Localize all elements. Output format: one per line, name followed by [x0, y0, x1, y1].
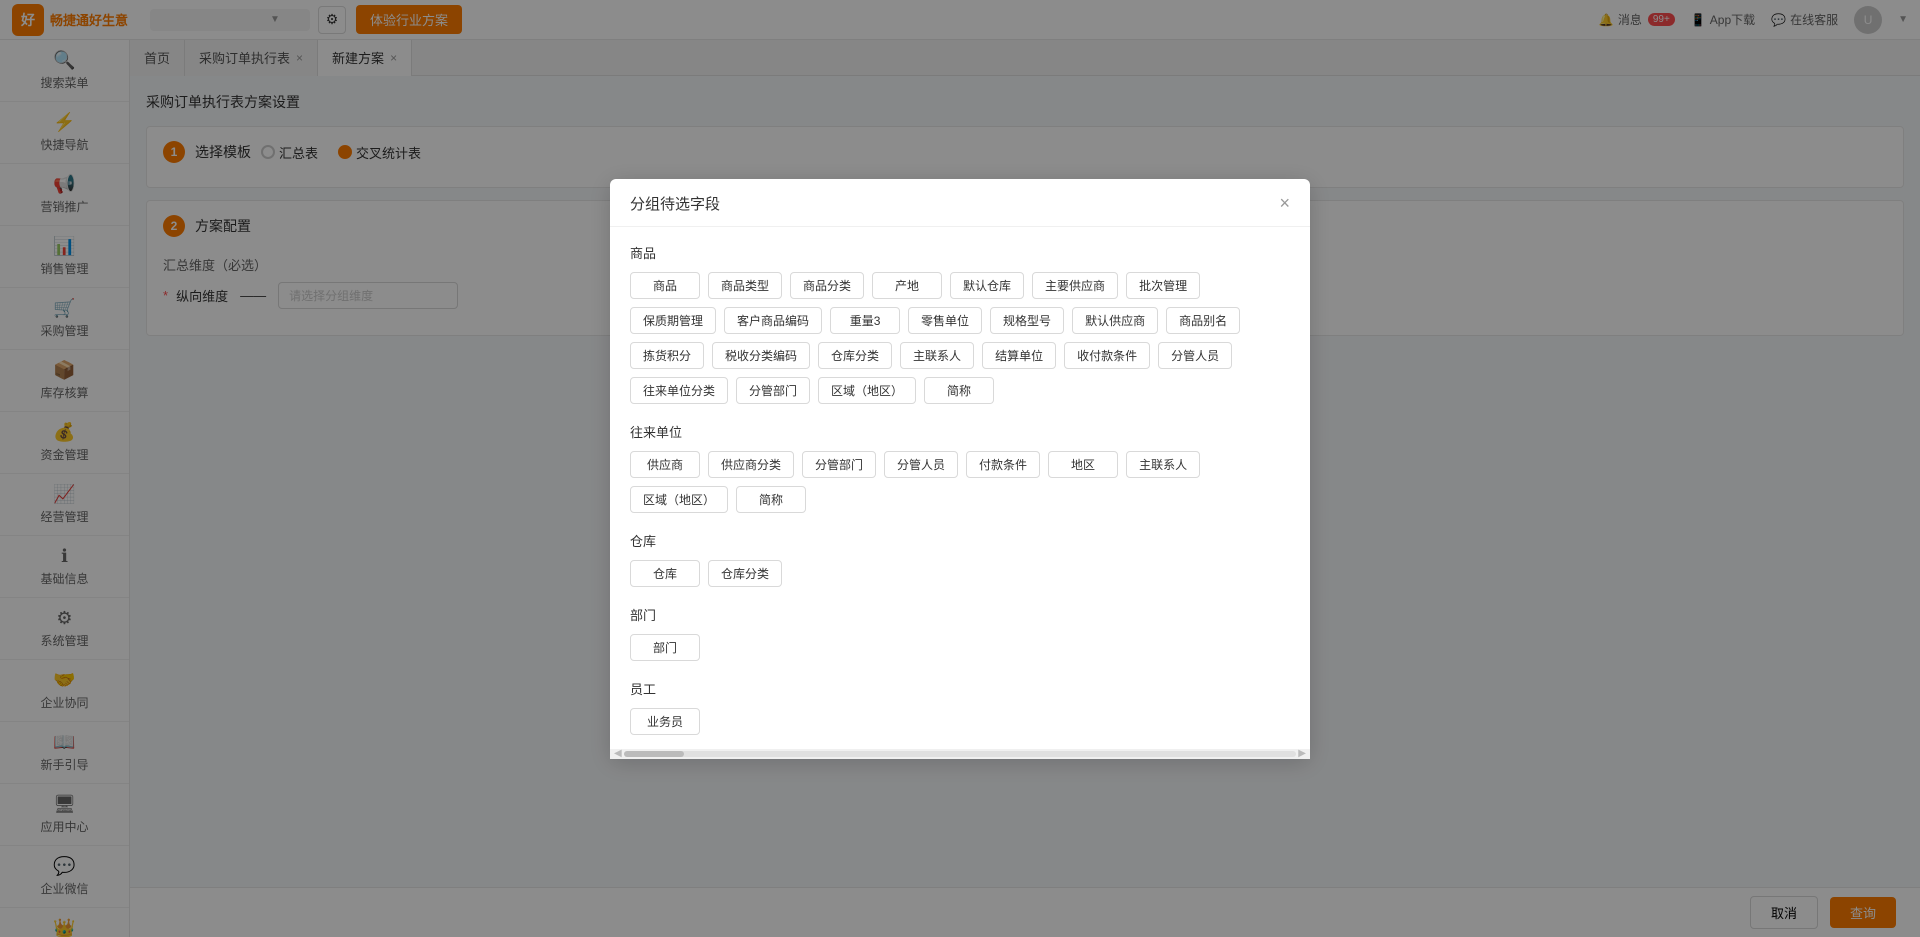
tag-supplier-category[interactable]: 供应商分类	[708, 451, 794, 478]
tag-main-contact[interactable]: 主联系人	[900, 342, 974, 369]
tag-warehouse-class[interactable]: 仓库分类	[708, 560, 782, 587]
tag-region-partner[interactable]: 区域（地区）	[630, 486, 728, 513]
tag-default-warehouse[interactable]: 默认仓库	[950, 272, 1024, 299]
tag-payment-terms[interactable]: 收付款条件	[1064, 342, 1150, 369]
scrollbar-thumb	[624, 751, 684, 757]
scroll-right-arrow[interactable]: ▶	[1296, 748, 1308, 759]
modal-header: 分组待选字段 ×	[610, 179, 1310, 227]
tag-tax-code[interactable]: 税收分类编码	[712, 342, 810, 369]
tag-default-supplier[interactable]: 默认供应商	[1072, 307, 1158, 334]
section-partner: 往来单位 供应商 供应商分类 分管部门 分管人员 付款条件 地区 主联系人 区域…	[630, 422, 1290, 513]
tag-pay-condition[interactable]: 付款条件	[966, 451, 1040, 478]
tag-salesperson[interactable]: 业务员	[630, 708, 700, 735]
tag-spec-model[interactable]: 规格型号	[990, 307, 1064, 334]
scroll-left-arrow[interactable]: ◀	[612, 748, 624, 759]
scrollbar-track	[624, 751, 1297, 757]
section-product-title: 商品	[630, 243, 1290, 262]
section-department-tags: 部门	[630, 634, 1290, 661]
field-select-modal: 分组待选字段 × 商品 商品 商品类型 商品分类 产地 默认仓库 主要供应商 批…	[610, 179, 1310, 759]
tag-supervisor[interactable]: 分管人员	[1158, 342, 1232, 369]
modal-overlay: 分组待选字段 × 商品 商品 商品类型 商品分类 产地 默认仓库 主要供应商 批…	[0, 0, 1920, 937]
tag-settle-unit[interactable]: 结算单位	[982, 342, 1056, 369]
tag-manage-dept[interactable]: 分管部门	[802, 451, 876, 478]
modal-horizontal-scrollbar[interactable]: ◀ ▶	[610, 749, 1310, 759]
tag-abbr-partner[interactable]: 简称	[736, 486, 806, 513]
section-employee-tags: 业务员	[630, 708, 1290, 735]
section-product-tags: 商品 商品类型 商品分类 产地 默认仓库 主要供应商 批次管理 保质期管理 客户…	[630, 272, 1290, 404]
section-warehouse-tags: 仓库 仓库分类	[630, 560, 1290, 587]
tag-department[interactable]: 部门	[630, 634, 700, 661]
tag-origin[interactable]: 产地	[872, 272, 942, 299]
tag-pick-score[interactable]: 拣货积分	[630, 342, 704, 369]
section-partner-tags: 供应商 供应商分类 分管部门 分管人员 付款条件 地区 主联系人 区域（地区） …	[630, 451, 1290, 513]
section-product: 商品 商品 商品类型 商品分类 产地 默认仓库 主要供应商 批次管理 保质期管理…	[630, 243, 1290, 404]
tag-product[interactable]: 商品	[630, 272, 700, 299]
tag-warehouse-category[interactable]: 仓库分类	[818, 342, 892, 369]
tag-product-type[interactable]: 商品类型	[708, 272, 782, 299]
tag-region-product[interactable]: 区域（地区）	[818, 377, 916, 404]
section-employee-title: 员工	[630, 679, 1290, 698]
tag-partner-category[interactable]: 往来单位分类	[630, 377, 728, 404]
section-warehouse-title: 仓库	[630, 531, 1290, 550]
tag-abbr-product[interactable]: 简称	[924, 377, 994, 404]
tag-retail-unit[interactable]: 零售单位	[908, 307, 982, 334]
section-department: 部门 部门	[630, 605, 1290, 661]
tag-main-contact-partner[interactable]: 主联系人	[1126, 451, 1200, 478]
modal-close-button[interactable]: ×	[1279, 194, 1290, 212]
section-department-title: 部门	[630, 605, 1290, 624]
tag-product-alias[interactable]: 商品别名	[1166, 307, 1240, 334]
section-partner-title: 往来单位	[630, 422, 1290, 441]
tag-area[interactable]: 地区	[1048, 451, 1118, 478]
section-employee: 员工 业务员	[630, 679, 1290, 735]
tag-shelf-life[interactable]: 保质期管理	[630, 307, 716, 334]
tag-weight3[interactable]: 重量3	[830, 307, 900, 334]
modal-title: 分组待选字段	[630, 193, 720, 214]
section-warehouse: 仓库 仓库 仓库分类	[630, 531, 1290, 587]
tag-customer-code[interactable]: 客户商品编码	[724, 307, 822, 334]
modal-body: 商品 商品 商品类型 商品分类 产地 默认仓库 主要供应商 批次管理 保质期管理…	[610, 227, 1310, 749]
tag-product-category[interactable]: 商品分类	[790, 272, 864, 299]
tag-manage-person[interactable]: 分管人员	[884, 451, 958, 478]
tag-dept[interactable]: 分管部门	[736, 377, 810, 404]
tag-main-supplier[interactable]: 主要供应商	[1032, 272, 1118, 299]
tag-batch-mgmt[interactable]: 批次管理	[1126, 272, 1200, 299]
tag-warehouse[interactable]: 仓库	[630, 560, 700, 587]
tag-supplier[interactable]: 供应商	[630, 451, 700, 478]
